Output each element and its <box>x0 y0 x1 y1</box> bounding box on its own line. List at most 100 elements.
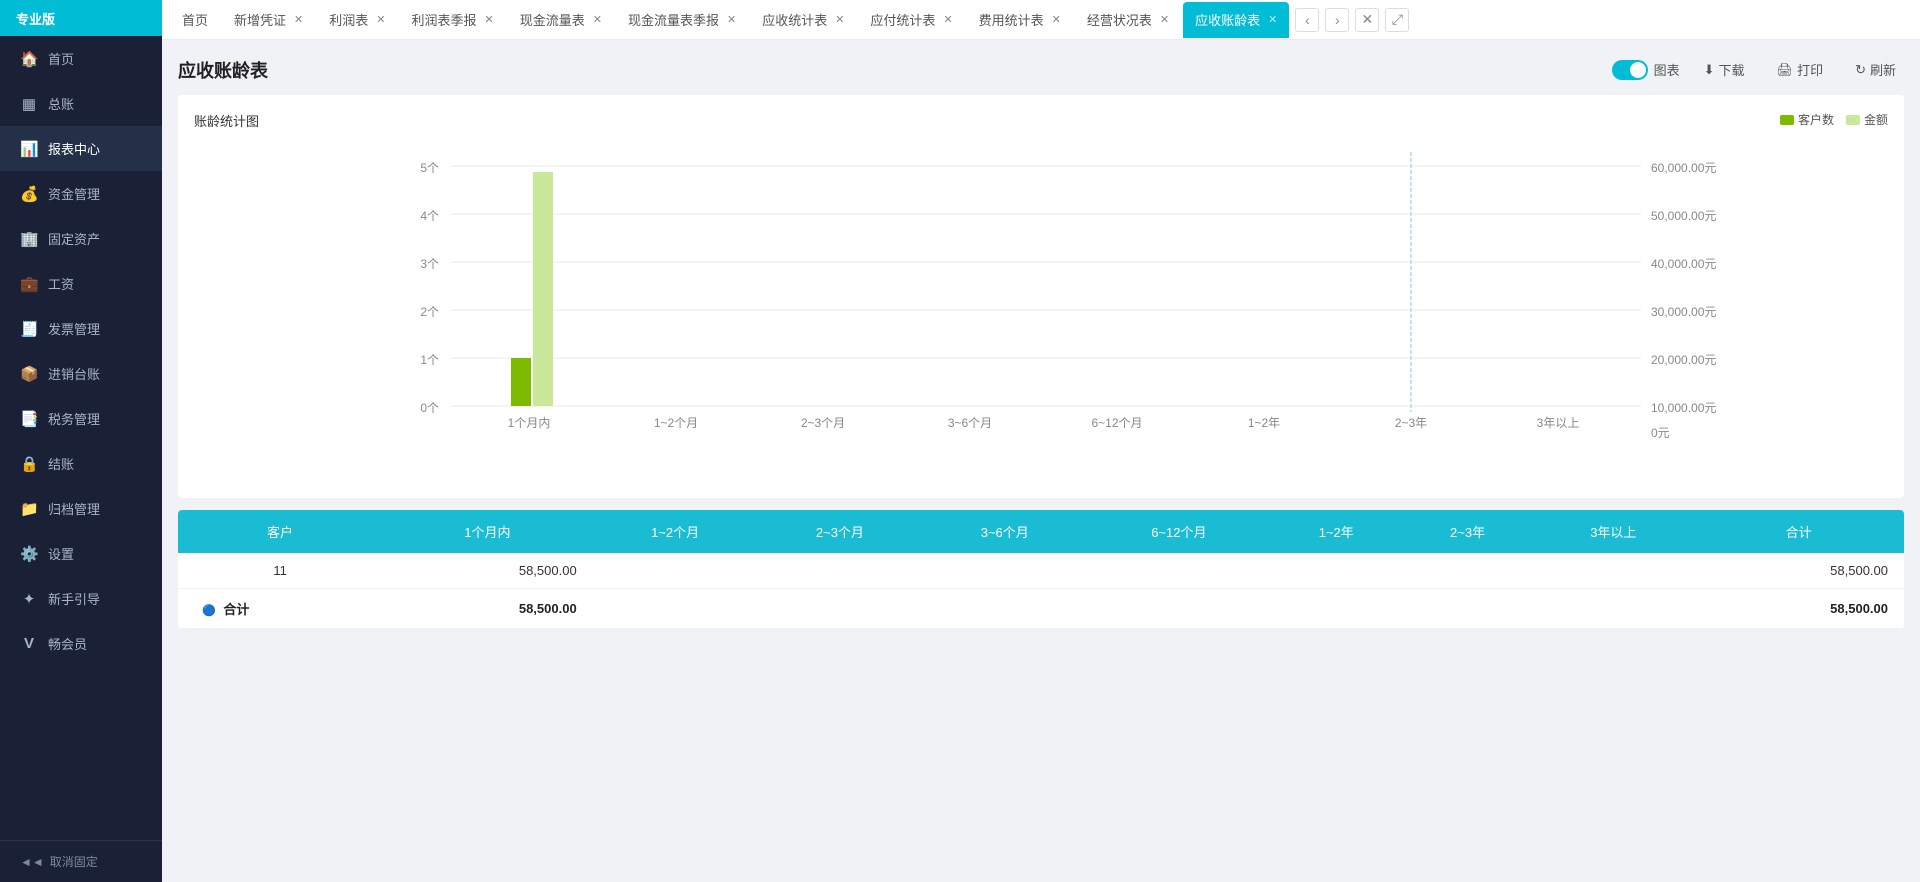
cell-m1: 58,500.00 <box>382 553 593 589</box>
tab-cashflow[interactable]: 现金流量表 ✕ <box>508 2 614 38</box>
tab-profit-q[interactable]: 利润表季报 ✕ <box>399 2 505 38</box>
table-container: 客户 1个月内 1~2个月 2~3个月 3~6个月 6~12个月 1~2年 2~… <box>178 510 1904 629</box>
refresh-icon: ↻ <box>1855 62 1866 78</box>
legend-customers-color <box>1780 115 1794 125</box>
tab-expense-close[interactable]: ✕ <box>1052 13 1061 26</box>
sidebar-item-settings[interactable]: ⚙️ 设置 <box>0 531 162 576</box>
home-icon: 🏠 <box>20 50 38 68</box>
sidebar-item-home[interactable]: 🏠 首页 <box>0 36 162 81</box>
svg-text:5个: 5个 <box>420 161 439 175</box>
tab-cashflow-close[interactable]: ✕ <box>593 13 602 26</box>
sidebar-item-label: 进销台账 <box>48 364 100 383</box>
sidebar-item-reports[interactable]: 📊 报表中心 <box>0 126 162 171</box>
tab-expense[interactable]: 费用统计表 ✕ <box>967 2 1073 38</box>
page-content: 应收账龄表 图表 ⬇ 下载 🖨 打印 ↻ 刷新 <box>162 40 1920 882</box>
col-total: 合计 <box>1693 510 1904 553</box>
legend-amount-color <box>1846 115 1860 125</box>
guide-icon: ✦ <box>20 590 38 608</box>
sidebar-item-label: 设置 <box>48 544 74 563</box>
cell-m1-2 <box>593 553 758 589</box>
tab-expand[interactable]: ⤢ <box>1385 8 1409 32</box>
cell-m2-3 <box>758 553 923 589</box>
col-customer: 客户 <box>178 510 382 553</box>
chart-toggle[interactable]: 图表 <box>1612 60 1680 80</box>
sidebar-item-vip[interactable]: V 畅会员 <box>0 621 162 666</box>
sidebar-item-tax[interactable]: 📑 税务管理 <box>0 396 162 441</box>
tab-profit-q-label: 利润表季报 <box>411 10 476 29</box>
collapse-sidebar-button[interactable]: ◄◄ 取消固定 <box>0 840 162 882</box>
total-y2-3 <box>1402 589 1533 629</box>
tab-biz-stat-close[interactable]: ✕ <box>1160 13 1169 26</box>
tab-ar-stat[interactable]: 应收统计表 ✕ <box>750 2 856 38</box>
cell-m6-12 <box>1087 553 1270 589</box>
cell-y1-2 <box>1271 553 1402 589</box>
col-m3-6: 3~6个月 <box>922 510 1087 553</box>
sidebar-item-assets[interactable]: 🏢 固定资产 <box>0 216 162 261</box>
tab-cashflow-q-close[interactable]: ✕ <box>727 13 736 26</box>
tab-biz-stat[interactable]: 经营状况表 ✕ <box>1075 2 1181 38</box>
download-button[interactable]: ⬇ 下载 <box>1696 56 1753 83</box>
tab-cashflow-q[interactable]: 现金流量表季报 ✕ <box>616 2 748 38</box>
tab-profit-close[interactable]: ✕ <box>376 13 385 26</box>
print-button[interactable]: 🖨 打印 <box>1769 56 1832 83</box>
reports-icon: 📊 <box>20 140 38 158</box>
sidebar: 专业版 🏠 首页 ▦ 总账 📊 报表中心 💰 资金管理 🏢 固定资产 💼 工资 … <box>0 0 162 882</box>
tab-profit[interactable]: 利润表 ✕ <box>317 2 397 38</box>
col-y3-plus: 3年以上 <box>1533 510 1693 553</box>
chart-svg: 5个 4个 3个 2个 1个 0个 60,000.00元 50,000.00元 … <box>194 142 1888 462</box>
svg-text:40,000.00元: 40,000.00元 <box>1651 257 1716 271</box>
svg-text:10,000.00元: 10,000.00元 <box>1651 401 1716 415</box>
svg-text:60,000.00元: 60,000.00元 <box>1651 161 1716 175</box>
tab-voucher-close[interactable]: ✕ <box>294 13 303 26</box>
tab-voucher[interactable]: 新增凭证 ✕ <box>222 2 315 38</box>
page-header: 应收账龄表 图表 ⬇ 下载 🖨 打印 ↻ 刷新 <box>178 56 1904 83</box>
total-y1-2 <box>1271 589 1402 629</box>
tab-ar-aging[interactable]: 应收账龄表 ✕ <box>1183 2 1289 38</box>
tab-ar-aging-close[interactable]: ✕ <box>1268 13 1277 26</box>
col-m1-2: 1~2个月 <box>593 510 758 553</box>
svg-text:30,000.00元: 30,000.00元 <box>1651 305 1716 319</box>
tab-profit-q-close[interactable]: ✕ <box>485 13 494 26</box>
svg-text:1~2个月: 1~2个月 <box>654 416 698 430</box>
sidebar-item-label: 税务管理 <box>48 409 100 428</box>
cell-m3-6 <box>922 553 1087 589</box>
sidebar-item-salary[interactable]: 💼 工资 <box>0 261 162 306</box>
salary-icon: 💼 <box>20 275 38 293</box>
toggle-track[interactable] <box>1612 60 1648 80</box>
sidebar-item-label: 工资 <box>48 274 74 293</box>
refresh-button[interactable]: ↻ 刷新 <box>1847 56 1904 83</box>
svg-text:3~6个月: 3~6个月 <box>948 416 992 430</box>
cell-y3-plus <box>1533 553 1693 589</box>
legend-customers-label: 客户数 <box>1798 111 1834 128</box>
total-m6-12 <box>1087 589 1270 629</box>
tab-ap-stat-label: 应付统计表 <box>870 10 935 29</box>
sidebar-item-invoice[interactable]: 🧾 发票管理 <box>0 306 162 351</box>
svg-text:2~3年: 2~3年 <box>1395 416 1427 430</box>
tab-home[interactable]: 首页 <box>170 2 220 38</box>
sidebar-item-closing[interactable]: 🔒 结账 <box>0 441 162 486</box>
tab-nav-prev[interactable]: ‹ <box>1295 8 1319 32</box>
table-total-row: 🔵 合计 58,500.00 58,500.00 <box>178 589 1904 629</box>
tab-ap-stat-close[interactable]: ✕ <box>943 13 952 26</box>
total-y3-plus <box>1533 589 1693 629</box>
sidebar-item-sales[interactable]: 📦 进销台账 <box>0 351 162 396</box>
tab-ap-stat[interactable]: 应付统计表 ✕ <box>858 2 964 38</box>
svg-text:2个: 2个 <box>420 305 439 319</box>
tab-ar-stat-close[interactable]: ✕ <box>835 13 844 26</box>
sidebar-item-archive[interactable]: 📁 归档管理 <box>0 486 162 531</box>
tab-voucher-label: 新增凭证 <box>234 10 286 29</box>
sidebar-item-label: 资金管理 <box>48 184 100 203</box>
sidebar-item-funds[interactable]: 💰 资金管理 <box>0 171 162 216</box>
svg-text:0元: 0元 <box>1651 426 1670 440</box>
toolbar: 图表 ⬇ 下载 🖨 打印 ↻ 刷新 <box>1612 56 1904 83</box>
svg-text:1个月内: 1个月内 <box>508 416 551 430</box>
bar-period1-amount <box>533 172 553 406</box>
tab-nav-next[interactable]: › <box>1325 8 1349 32</box>
sidebar-item-ledger[interactable]: ▦ 总账 <box>0 81 162 126</box>
svg-text:20,000.00元: 20,000.00元 <box>1651 353 1716 367</box>
tab-close-all[interactable]: ✕ <box>1355 8 1379 32</box>
sidebar-item-guide[interactable]: ✦ 新手引导 <box>0 576 162 621</box>
sidebar-item-label: 畅会员 <box>48 634 87 653</box>
svg-text:4个: 4个 <box>420 209 439 223</box>
legend-amount-label: 金额 <box>1864 111 1888 128</box>
